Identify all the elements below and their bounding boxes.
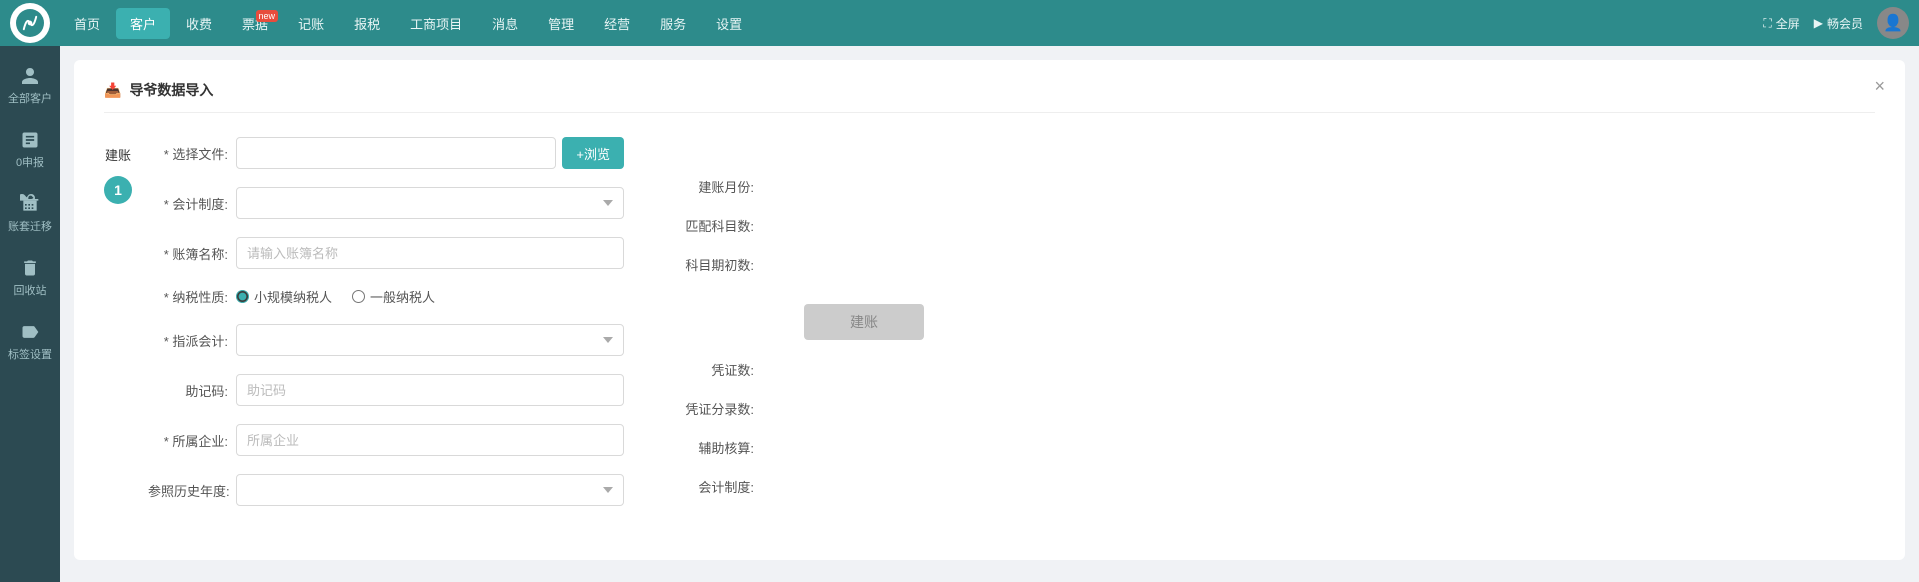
nav-item-customer[interactable]: 客户: [116, 8, 170, 39]
nav-item-tax[interactable]: 报税: [340, 8, 394, 39]
panel-title: 导爷数据导入: [129, 80, 213, 100]
aux-account-label: 辅助核算:: [664, 438, 754, 457]
nav-item-message[interactable]: 消息: [478, 8, 532, 39]
vip-button[interactable]: ▶ 畅会员: [1814, 15, 1863, 32]
nav-item-invoice[interactable]: 票据 new: [228, 8, 282, 39]
sidebar-label-account-migration: 账套迁移: [8, 218, 52, 234]
accounting-label: * 会计制度:: [148, 194, 228, 213]
voucher-entry-row: 凭证分录数:: [664, 399, 1064, 418]
accounting-system-row: 会计制度:: [664, 477, 1064, 496]
ledger-name-row: * 账簿名称:: [148, 237, 624, 269]
subject-init-row: 科目期初数:: [664, 255, 1064, 274]
avatar[interactable]: 👤: [1877, 7, 1909, 39]
tax-radio-general[interactable]: 一般纳税人: [352, 287, 435, 306]
fullscreen-button[interactable]: ⛶ 全屏: [1763, 15, 1799, 32]
sidebar-label-all-customers: 全部客户: [8, 90, 52, 106]
trash-icon: [20, 258, 40, 278]
voucher-entry-label: 凭证分录数:: [664, 399, 754, 418]
tax-radio-group: 小规模纳税人 一般纳税人: [236, 287, 435, 306]
person-icon: [20, 66, 40, 86]
assign-accountant-label: * 指派会计:: [148, 331, 228, 350]
memo-code-row: 助记码:: [148, 374, 624, 406]
form-body: 建账 1 * 选择文件: +浏览: [104, 137, 1875, 524]
vip-icon: ▶: [1814, 16, 1823, 30]
avatar-icon: 👤: [1883, 13, 1903, 33]
file-input[interactable]: [236, 137, 556, 169]
voucher-count-label: 凭证数:: [664, 360, 754, 379]
import-icon: 📥: [104, 82, 121, 99]
tax-type-row: * 纳税性质: 小规模纳税人 一般纳税人: [148, 287, 624, 306]
build-account-button[interactable]: 建账: [804, 304, 924, 340]
assign-accountant-select[interactable]: [236, 324, 624, 356]
nav-item-home[interactable]: 首页: [60, 8, 114, 39]
file-input-wrap: +浏览: [236, 137, 624, 169]
voucher-count-row: 凭证数:: [664, 360, 1064, 379]
match-subject-row: 匹配科目数:: [664, 216, 1064, 235]
form-left: 建账 1 * 选择文件: +浏览: [104, 137, 624, 524]
nav-item-bizproject[interactable]: 工商项目: [396, 8, 476, 39]
fullscreen-icon: ⛶: [1763, 16, 1771, 31]
ledger-name-input[interactable]: [236, 237, 624, 269]
sidebar: 全部客户 0申报 账套迁移 回收站 标签设置: [0, 46, 60, 582]
company-label: * 所属企业:: [148, 431, 228, 450]
memo-code-input[interactable]: [236, 374, 624, 406]
sidebar-item-tag-settings[interactable]: 标签设置: [0, 312, 60, 372]
build-month-row: 建账月份:: [664, 177, 1064, 196]
form-fields: * 选择文件: +浏览 * 会计制度:: [148, 137, 624, 524]
close-button[interactable]: ×: [1874, 76, 1885, 97]
history-year-row: 参照历史年度:: [148, 474, 624, 506]
history-year-select[interactable]: [236, 474, 624, 506]
memo-code-label: 助记码:: [148, 381, 228, 400]
step1-label: 建账: [105, 145, 131, 164]
sidebar-label-recycle: 回收站: [14, 282, 47, 298]
file-label: * 选择文件:: [148, 144, 228, 163]
form-panel: 📥 导爷数据导入 × 建账 1: [74, 60, 1905, 560]
sidebar-item-recycle[interactable]: 回收站: [0, 248, 60, 308]
tax-general-label: 一般纳税人: [370, 287, 435, 306]
sidebar-item-account-migration[interactable]: 账套迁移: [0, 184, 60, 244]
step1-section: 建账 1 * 选择文件: +浏览: [104, 137, 624, 524]
nav-item-service[interactable]: 服务: [646, 8, 700, 39]
tax-type-label: * 纳税性质:: [148, 287, 228, 306]
nav-item-collection[interactable]: 收费: [172, 8, 226, 39]
company-row: * 所属企业:: [148, 424, 624, 456]
browse-button[interactable]: +浏览: [562, 137, 624, 169]
tax-small-label: 小规模纳税人: [254, 287, 332, 306]
build-month-label: 建账月份:: [664, 177, 754, 196]
tag-icon: [20, 322, 40, 342]
assign-accountant-row: * 指派会计:: [148, 324, 624, 356]
new-badge: new: [256, 10, 279, 22]
company-input[interactable]: [236, 424, 624, 456]
subject-init-label: 科目期初数:: [664, 255, 754, 274]
step1-circle: 1: [104, 176, 132, 204]
migrate-icon: [20, 194, 40, 214]
sidebar-item-all-customers[interactable]: 全部客户: [0, 56, 60, 116]
nav-item-operation[interactable]: 经营: [590, 8, 644, 39]
file-row: * 选择文件: +浏览: [148, 137, 624, 169]
nav-item-account[interactable]: 记账: [284, 8, 338, 39]
main-layout: 全部客户 0申报 账套迁移 回收站 标签设置: [0, 46, 1919, 582]
sidebar-label-tag-settings: 标签设置: [8, 346, 52, 362]
accounting-row: * 会计制度:: [148, 187, 624, 219]
nav-item-settings[interactable]: 设置: [702, 8, 756, 39]
match-subject-label: 匹配科目数:: [664, 216, 754, 235]
panel-header: 📥 导爷数据导入: [104, 80, 1875, 113]
accounting-system-label: 会计制度:: [664, 477, 754, 496]
form-icon: [20, 130, 40, 150]
form-right: 建账月份: 匹配科目数: 科目期初数: 建账: [664, 137, 1064, 524]
accounting-select[interactable]: [236, 187, 624, 219]
history-year-label: 参照历史年度:: [148, 481, 228, 500]
nav-right: ⛶ 全屏 ▶ 畅会员 👤: [1763, 7, 1909, 39]
nav-item-manage[interactable]: 管理: [534, 8, 588, 39]
top-nav: 首页 客户 收费 票据 new 记账 报税 工商项目 消息 管理 经营 服务 设…: [0, 0, 1919, 46]
tax-radio-small[interactable]: 小规模纳税人: [236, 287, 332, 306]
aux-account-row: 辅助核算:: [664, 438, 1064, 457]
nav-items: 首页 客户 收费 票据 new 记账 报税 工商项目 消息 管理 经营 服务 设…: [60, 8, 1763, 39]
ledger-name-label: * 账簿名称:: [148, 244, 228, 263]
app-logo: [10, 3, 50, 43]
main-content: 📥 导爷数据导入 × 建账 1: [60, 46, 1919, 582]
sidebar-item-declaration[interactable]: 0申报: [0, 120, 60, 180]
sidebar-label-declaration: 0申报: [16, 154, 44, 170]
